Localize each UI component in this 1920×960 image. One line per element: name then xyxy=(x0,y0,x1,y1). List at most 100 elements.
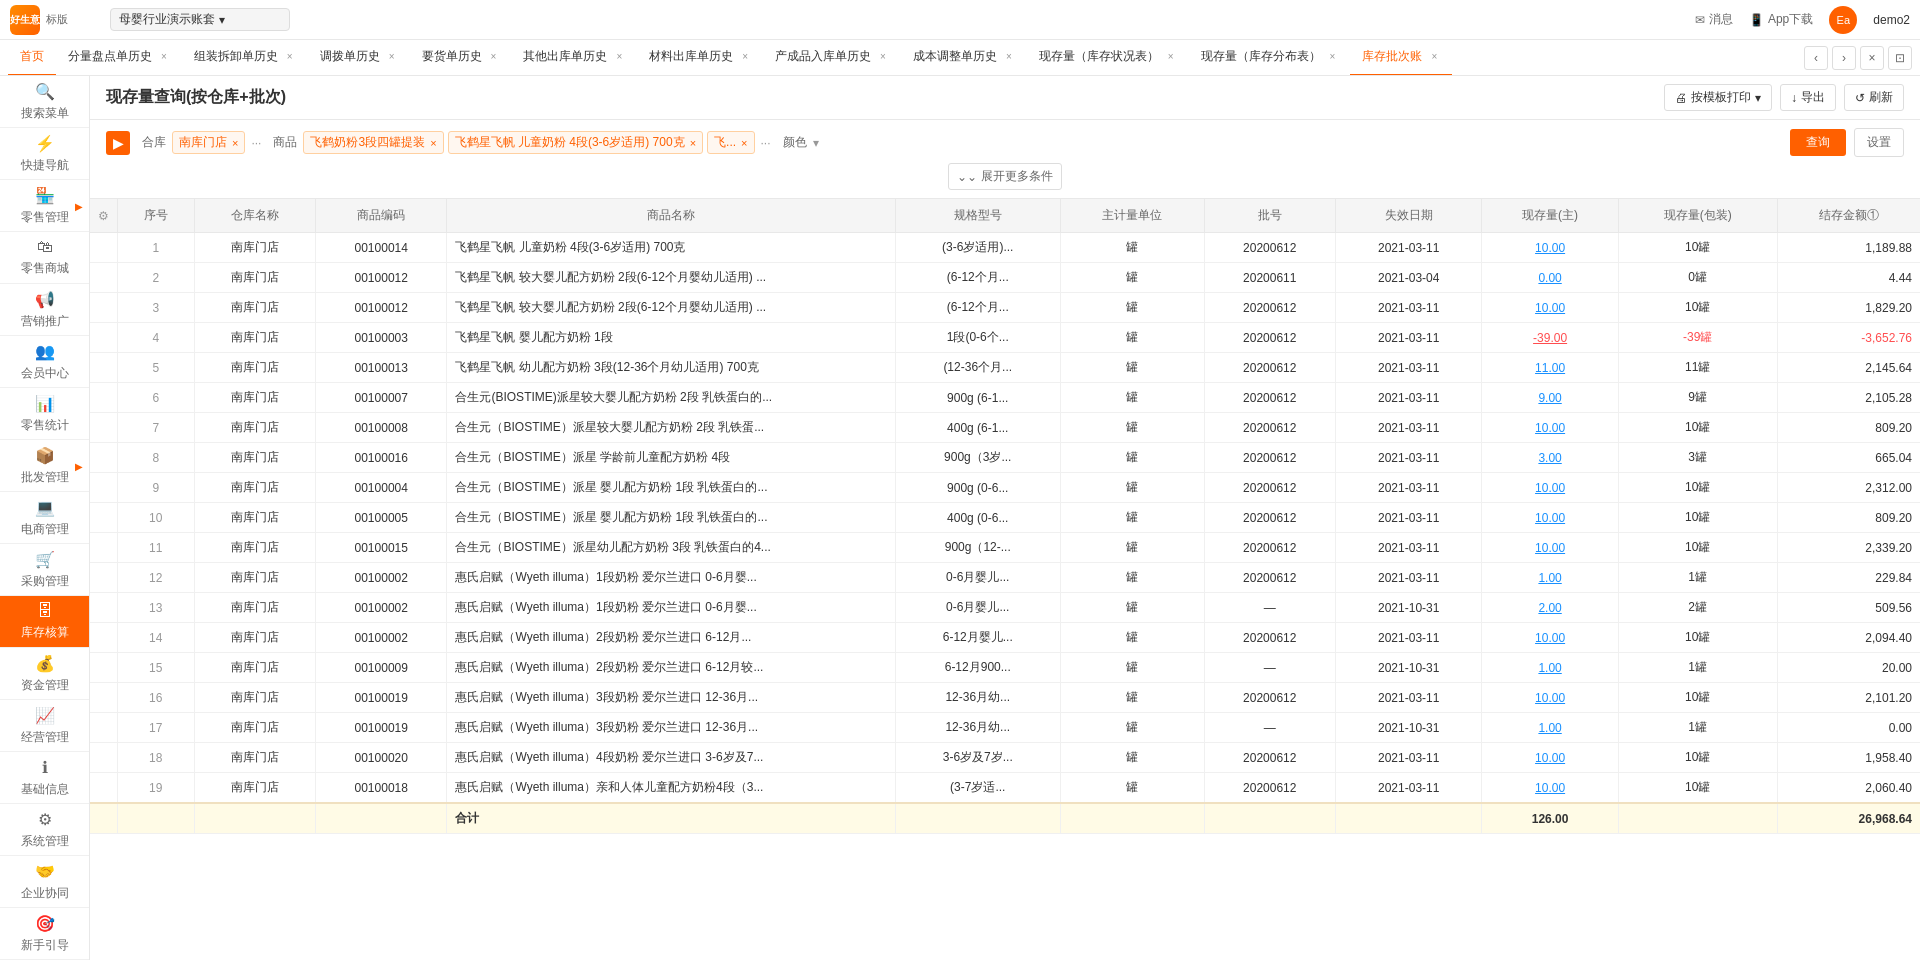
tab-prev-btn[interactable]: ‹ xyxy=(1804,46,1828,70)
row-unit-8: 罐 xyxy=(1060,473,1204,503)
row-batch-1: 20200611 xyxy=(1204,263,1335,293)
row-qty-pkg-7: 3罐 xyxy=(1618,443,1777,473)
row-settings-13 xyxy=(90,623,118,653)
row-settings-4 xyxy=(90,353,118,383)
tab-diaobo-close[interactable]: × xyxy=(386,50,398,63)
color-filter-dropdown[interactable]: ▾ xyxy=(813,136,819,150)
row-qty-main-3[interactable]: -39.00 xyxy=(1482,323,1618,353)
tab-home[interactable]: 首页 xyxy=(8,40,56,76)
sidebar-item-quicknav[interactable]: ⚡ 快捷导航 xyxy=(0,128,89,180)
tab-pici-close[interactable]: × xyxy=(1428,50,1440,63)
expand-conditions-row: ⌄⌄ 展开更多条件 xyxy=(106,163,1904,190)
tab-zuzhuan[interactable]: 组装拆卸单历史 × xyxy=(182,40,308,76)
row-qty-main-16[interactable]: 1.00 xyxy=(1482,713,1618,743)
tab-chanru[interactable]: 产成品入库单历史 × xyxy=(763,40,901,76)
row-warehouse-14: 南库门店 xyxy=(194,653,315,683)
message-btn[interactable]: ✉ 消息 xyxy=(1695,11,1733,28)
expand-conditions-btn[interactable]: ⌄⌄ 展开更多条件 xyxy=(948,163,1062,190)
tab-chanru-close[interactable]: × xyxy=(877,50,889,63)
warehouse-filter-more[interactable]: ··· xyxy=(251,136,261,150)
sidebar-item-guide[interactable]: 🎯 新手引导 xyxy=(0,908,89,960)
row-qty-main-13[interactable]: 10.00 xyxy=(1482,623,1618,653)
sidebar-item-member[interactable]: 👥 会员中心 xyxy=(0,336,89,388)
tab-qtchu[interactable]: 其他出库单历史 × xyxy=(511,40,637,76)
row-qty-main-9[interactable]: 10.00 xyxy=(1482,503,1618,533)
sidebar-item-finance[interactable]: 💰 资金管理 xyxy=(0,648,89,700)
purchase-icon: 🛒 xyxy=(35,550,55,569)
tab-pici[interactable]: 库存批次账 × xyxy=(1350,40,1452,76)
tab-fenpan[interactable]: 分量盘点单历史 × xyxy=(56,40,182,76)
user-name[interactable]: demo2 xyxy=(1873,13,1910,27)
sidebar-item-basic[interactable]: ℹ 基础信息 xyxy=(0,752,89,804)
tab-yaohuo[interactable]: 要货单历史 × xyxy=(410,40,512,76)
product-tag-p2-remove[interactable]: × xyxy=(690,137,696,149)
sidebar-item-wholesale[interactable]: 📦 批发管理 ▶ xyxy=(0,440,89,492)
row-qty-main-11[interactable]: 1.00 xyxy=(1482,563,1618,593)
row-qty-main-0[interactable]: 10.00 xyxy=(1482,233,1618,263)
row-qty-main-5[interactable]: 9.00 xyxy=(1482,383,1618,413)
product-tag-p1-remove[interactable]: × xyxy=(430,137,436,149)
sidebar-item-shop[interactable]: 🛍 零售商城 xyxy=(0,232,89,284)
sidebar-item-collab[interactable]: 🤝 企业协同 xyxy=(0,856,89,908)
settings-btn[interactable]: 设置 xyxy=(1854,128,1904,157)
row-qty-main-4[interactable]: 11.00 xyxy=(1482,353,1618,383)
row-qty-main-12[interactable]: 2.00 xyxy=(1482,593,1618,623)
tab-fenpan-close[interactable]: × xyxy=(158,50,170,63)
query-btn[interactable]: 查询 xyxy=(1790,129,1846,156)
sidebar-item-retailstat[interactable]: 📊 零售统计 xyxy=(0,388,89,440)
user-avatar[interactable]: Ea xyxy=(1829,6,1857,34)
row-qty-main-17[interactable]: 10.00 xyxy=(1482,743,1618,773)
export-btn[interactable]: ↓ 导出 xyxy=(1780,84,1836,111)
tab-yaohuo-close[interactable]: × xyxy=(488,50,500,63)
tab-qtchu-close[interactable]: × xyxy=(613,50,625,63)
product-tag-p3: 飞... × xyxy=(707,131,754,154)
sidebar-item-ecommerce[interactable]: 💻 电商管理 xyxy=(0,492,89,544)
tab-chengben[interactable]: 成本调整单历史 × xyxy=(901,40,1027,76)
table-body: 1 南库门店 00100014 飞鹤星飞帆 儿童奶粉 4段(3-6岁适用) 70… xyxy=(90,233,1920,834)
row-qty-main-10[interactable]: 10.00 xyxy=(1482,533,1618,563)
sidebar-item-retail[interactable]: 🏪 零售管理 ▶ xyxy=(0,180,89,232)
app-download-btn[interactable]: 📱 App下载 xyxy=(1749,11,1813,28)
col-settings[interactable]: ⚙ xyxy=(90,199,118,233)
sidebar-item-management[interactable]: 📈 经营管理 xyxy=(0,700,89,752)
tab-zuzhuan-close[interactable]: × xyxy=(284,50,296,63)
row-qty-main-14[interactable]: 1.00 xyxy=(1482,653,1618,683)
tab-xiancun2-close[interactable]: × xyxy=(1327,50,1339,63)
tab-diaobo[interactable]: 调拨单历史 × xyxy=(308,40,410,76)
warehouse-tag-remove[interactable]: × xyxy=(232,137,238,149)
row-code-5: 00100007 xyxy=(315,383,446,413)
tab-next-btn[interactable]: › xyxy=(1832,46,1856,70)
row-qty-main-18[interactable]: 10.00 xyxy=(1482,773,1618,804)
row-qty-main-1[interactable]: 0.00 xyxy=(1482,263,1618,293)
warehouse-filter-label: 合库 xyxy=(142,134,166,151)
row-qty-pkg-16: 1罐 xyxy=(1618,713,1777,743)
sidebar-item-purchase[interactable]: 🛒 采购管理 xyxy=(0,544,89,596)
sidebar-item-system[interactable]: ⚙ 系统管理 xyxy=(0,804,89,856)
org-selector[interactable]: 母婴行业演示账套 ▾ xyxy=(110,8,290,31)
sidebar-item-inventory[interactable]: 🗄 库存核算 xyxy=(0,596,89,648)
row-spec-2: (6-12个月... xyxy=(895,293,1060,323)
template-print-btn[interactable]: 🖨 按模板打印 ▾ xyxy=(1664,84,1772,111)
filter-expand-arrow[interactable]: ▶ xyxy=(106,131,130,155)
tab-xiancun1[interactable]: 现存量（库存状况表） × xyxy=(1027,40,1189,76)
row-qty-main-8[interactable]: 10.00 xyxy=(1482,473,1618,503)
tab-cailiaochu[interactable]: 材料出库单历史 × xyxy=(637,40,763,76)
tab-xiancun1-close[interactable]: × xyxy=(1165,50,1177,63)
tab-xiancun2[interactable]: 现存量（库存分布表） × xyxy=(1189,40,1351,76)
refresh-btn[interactable]: ↺ 刷新 xyxy=(1844,84,1904,111)
row-qty-main-15[interactable]: 10.00 xyxy=(1482,683,1618,713)
row-qty-main-7[interactable]: 3.00 xyxy=(1482,443,1618,473)
row-qty-pkg-9: 10罐 xyxy=(1618,503,1777,533)
tab-more-btn[interactable]: ⊡ xyxy=(1888,46,1912,70)
row-qty-main-6[interactable]: 10.00 xyxy=(1482,413,1618,443)
tab-close-btn[interactable]: × xyxy=(1860,46,1884,70)
tab-cailiaochu-close[interactable]: × xyxy=(739,50,751,63)
row-qty-main-2[interactable]: 10.00 xyxy=(1482,293,1618,323)
tab-chengben-close[interactable]: × xyxy=(1003,50,1015,63)
row-index-18: 19 xyxy=(118,773,195,804)
product-filter-more[interactable]: ··· xyxy=(761,136,771,150)
product-tag-p3-remove[interactable]: × xyxy=(741,137,747,149)
row-warehouse-10: 南库门店 xyxy=(194,533,315,563)
sidebar-item-search[interactable]: 🔍 搜索菜单 xyxy=(0,76,89,128)
sidebar-item-marketing[interactable]: 📢 营销推广 xyxy=(0,284,89,336)
